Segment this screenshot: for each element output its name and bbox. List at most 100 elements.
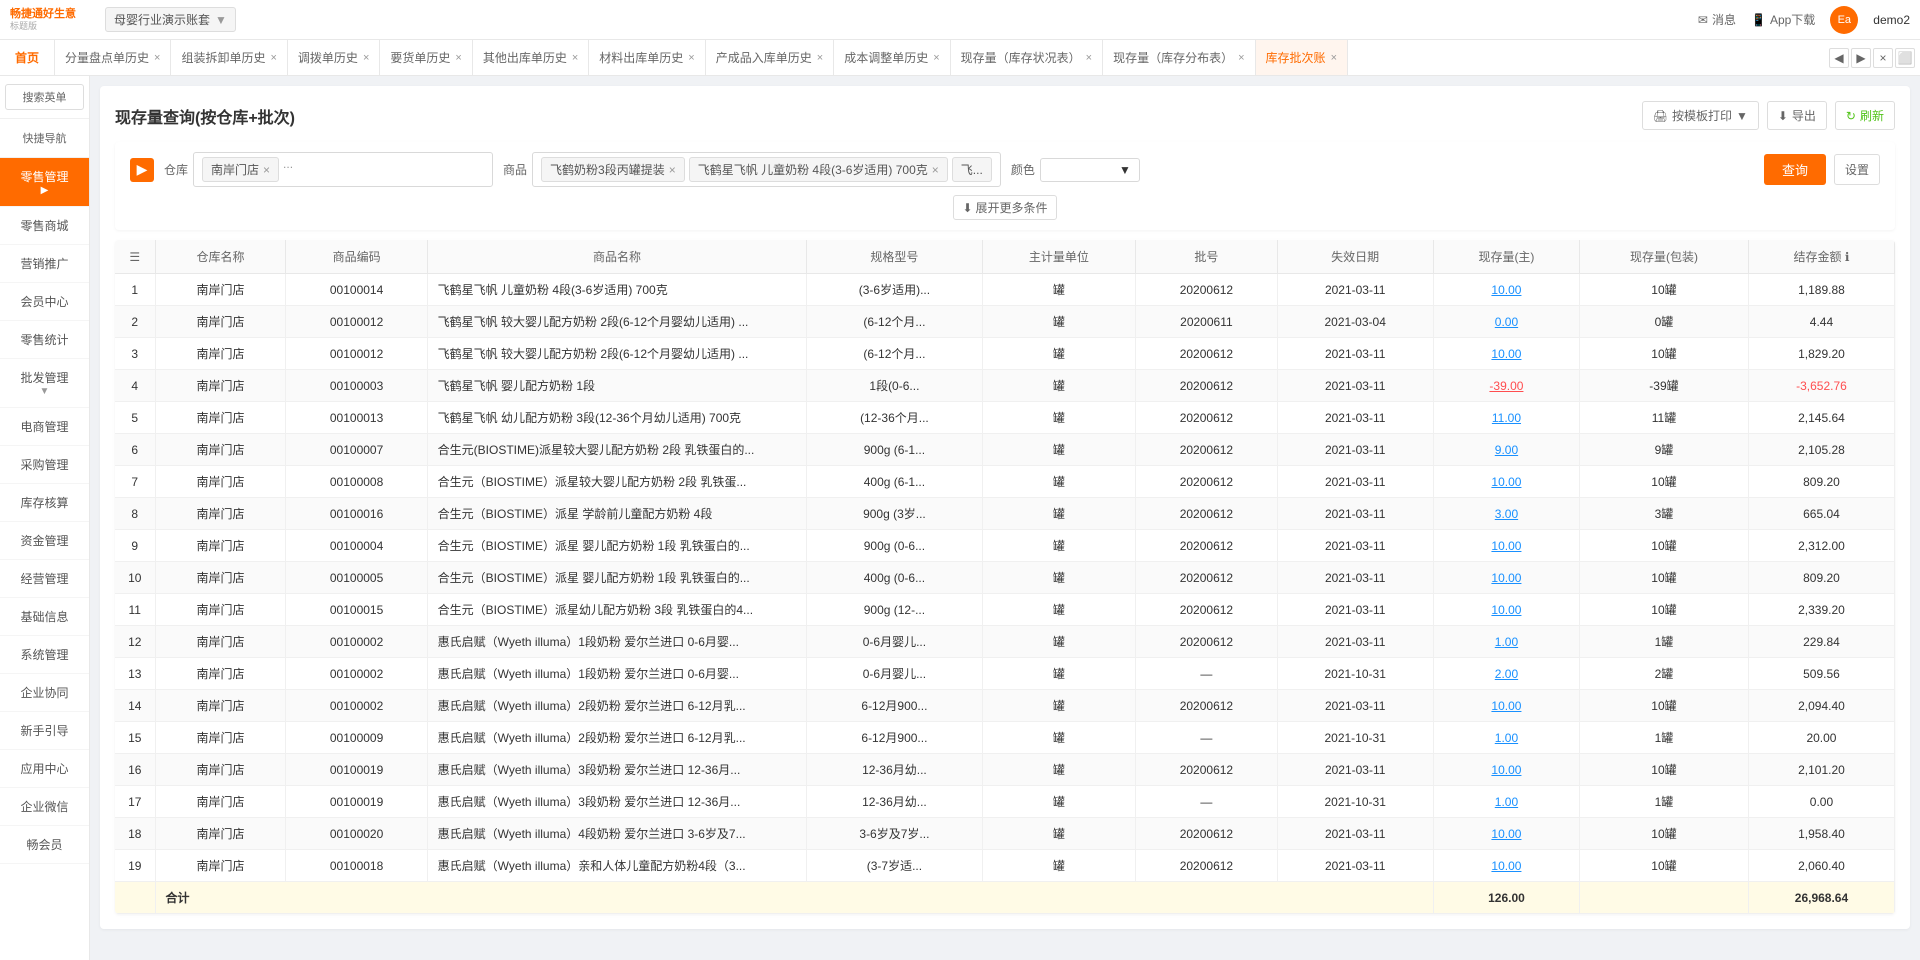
tab-next-button[interactable]: ▶ xyxy=(1851,48,1871,68)
color-input[interactable]: ▼ xyxy=(1040,158,1140,182)
cell-current-main[interactable]: 10.00 xyxy=(1433,530,1579,562)
expand-more-conditions-button[interactable]: ⬇ 展开更多条件 xyxy=(953,195,1056,220)
cell-current-main[interactable]: 0.00 xyxy=(1433,306,1579,338)
account-selector[interactable]: 母婴行业演示账套 ▼ xyxy=(105,7,236,32)
template-print-button[interactable]: 🖨 按模板打印 ▼ xyxy=(1642,101,1759,130)
sidebar-item-enterprise[interactable]: 企业协同 xyxy=(0,674,89,712)
sidebar-item-inventory[interactable]: 库存核算 xyxy=(0,484,89,522)
warehouse-more-btn[interactable]: ... xyxy=(283,157,293,182)
cell-current-main[interactable]: 10.00 xyxy=(1433,594,1579,626)
tab-home[interactable]: 首页 xyxy=(0,40,55,75)
cell-current-main[interactable]: 10.00 xyxy=(1433,466,1579,498)
cell-warehouse: 南岸门店 xyxy=(155,466,286,498)
tab-other-outbound[interactable]: 其他出库单历史 × xyxy=(473,40,589,75)
product-tag-1-close[interactable]: × xyxy=(669,163,676,177)
cell-current-main[interactable]: 10.00 xyxy=(1433,754,1579,786)
tab-close-icon[interactable]: × xyxy=(455,52,461,64)
sidebar-item-ecommerce[interactable]: 电商管理 xyxy=(0,408,89,446)
cell-current-main[interactable]: 10.00 xyxy=(1433,850,1579,882)
tab-close-icon[interactable]: × xyxy=(270,52,276,64)
sidebar-item-operations[interactable]: 经营管理 xyxy=(0,560,89,598)
sidebar-item-app-center[interactable]: 应用中心 xyxy=(0,750,89,788)
cell-current-main[interactable]: 10.00 xyxy=(1433,274,1579,306)
sidebar-item-marketing[interactable]: 营销推广 xyxy=(0,245,89,283)
sidebar-item-wholesale[interactable]: 批发管理 ▼ xyxy=(0,359,89,408)
sidebar-item-retail[interactable]: 零售管理 ▶ xyxy=(0,158,89,207)
tab-close-icon[interactable]: × xyxy=(1086,52,1092,64)
sidebar-item-member[interactable]: 会员中心 xyxy=(0,283,89,321)
filter-toggle-button[interactable]: ▶ xyxy=(130,158,154,182)
cell-current-main[interactable]: 9.00 xyxy=(1433,434,1579,466)
tab-expand-button[interactable]: ⬜ xyxy=(1895,48,1915,68)
sidebar-item-enterprise-wechat[interactable]: 企业微信 xyxy=(0,788,89,826)
cell-current-main[interactable]: 1.00 xyxy=(1433,722,1579,754)
cell-warehouse: 南岸门店 xyxy=(155,690,286,722)
export-button[interactable]: ⬇ 导出 xyxy=(1767,101,1827,130)
tab-batch-voucher[interactable]: 库存批次账 × xyxy=(1256,40,1348,75)
sidebar-item-member-club[interactable]: 畅会员 xyxy=(0,826,89,864)
cell-current-main[interactable]: 3.00 xyxy=(1433,498,1579,530)
sidebar-item-basic[interactable]: 基础信息 xyxy=(0,598,89,636)
product-tag-2-close[interactable]: × xyxy=(932,163,939,177)
cell-current-main[interactable]: 10.00 xyxy=(1433,818,1579,850)
tab-close-icon[interactable]: × xyxy=(572,52,578,64)
cell-current-pkg: 10罐 xyxy=(1580,562,1749,594)
sidebar-item-guide[interactable]: 新手引导 xyxy=(0,712,89,750)
tab-close-icon[interactable]: × xyxy=(688,52,694,64)
product-tag-more[interactable]: 飞... xyxy=(952,157,992,182)
cell-current-main[interactable]: 10.00 xyxy=(1433,690,1579,722)
cell-balance: 509.56 xyxy=(1748,658,1894,690)
tab-cost-adjust[interactable]: 成本调整单历史 × xyxy=(834,40,950,75)
cell-current-main[interactable]: 1.00 xyxy=(1433,786,1579,818)
cell-current-main[interactable]: 2.00 xyxy=(1433,658,1579,690)
sidebar-item-retail-store[interactable]: 零售商城 xyxy=(0,207,89,245)
tab-close-icon[interactable]: × xyxy=(933,52,939,64)
cell-warehouse: 南岸门店 xyxy=(155,818,286,850)
tab-prev-button[interactable]: ◀ xyxy=(1829,48,1849,68)
warehouse-tags-wrap[interactable]: 南岸门店 × ... xyxy=(193,152,493,187)
username-label[interactable]: demo2 xyxy=(1873,13,1910,27)
app-download-button[interactable]: 📱 App下载 xyxy=(1751,11,1815,28)
tab-inventory-distribution[interactable]: 现存量（库存分布表） × xyxy=(1103,40,1255,75)
cell-batch-no: 20200611 xyxy=(1136,306,1277,338)
cell-batch-no: 20200612 xyxy=(1136,850,1277,882)
cell-current-main[interactable]: 1.00 xyxy=(1433,626,1579,658)
cell-current-main[interactable]: -39.00 xyxy=(1433,370,1579,402)
search-menu-button[interactable]: 搜索英单 xyxy=(5,84,84,110)
expand-filter-row: ⬇ 展开更多条件 xyxy=(130,195,1880,220)
table-row: 17 南岸门店 00100019 惠氏启赋（Wyeth illuma）3段奶粉 … xyxy=(115,786,1895,818)
tab-requisition[interactable]: 要货单历史 × xyxy=(380,40,472,75)
cell-current-main[interactable]: 10.00 xyxy=(1433,562,1579,594)
tab-close-icon[interactable]: × xyxy=(363,52,369,64)
tab-transfer[interactable]: 调拨单历史 × xyxy=(288,40,380,75)
table-row: 1 南岸门店 00100014 飞鹤星飞帆 儿童奶粉 4段(3-6岁适用) 70… xyxy=(115,274,1895,306)
tab-combo-disassemble[interactable]: 组装拆卸单历史 × xyxy=(171,40,287,75)
tab-material-outbound[interactable]: 材料出库单历史 × xyxy=(589,40,705,75)
tab-close-icon[interactable]: × xyxy=(817,52,823,64)
cell-unit: 罐 xyxy=(982,850,1136,882)
cell-current-main[interactable]: 10.00 xyxy=(1433,338,1579,370)
sidebar-item-purchase[interactable]: 采购管理 xyxy=(0,446,89,484)
tab-product-inbound[interactable]: 产成品入库单历史 × xyxy=(706,40,834,75)
refresh-button[interactable]: ↻ 刷新 xyxy=(1835,101,1895,130)
tab-close-icon[interactable]: × xyxy=(1331,52,1337,64)
settings-button[interactable]: 设置 xyxy=(1834,154,1880,185)
cell-current-main[interactable]: 11.00 xyxy=(1433,402,1579,434)
tab-close-icon[interactable]: × xyxy=(1238,52,1244,64)
tab-nav-area: ◀ ▶ × ⬜ xyxy=(1824,48,1920,68)
sidebar-item-system[interactable]: 系统管理 xyxy=(0,636,89,674)
warehouse-tag-close[interactable]: × xyxy=(263,163,270,177)
cell-batch-no: — xyxy=(1136,786,1277,818)
quick-nav-button[interactable]: 快捷导航 xyxy=(0,124,89,152)
sidebar-item-retail-stats[interactable]: 零售统计 xyxy=(0,321,89,359)
tab-close-icon[interactable]: × xyxy=(154,52,160,64)
product-tags-wrap[interactable]: 飞鹤奶粉3段丙罐提装 × 飞鹤星飞帆 儿童奶粉 4段(3-6岁适用) 700克 … xyxy=(532,152,1001,187)
message-button[interactable]: ✉ 消息 xyxy=(1698,11,1736,28)
cell-product-code: 00100004 xyxy=(286,530,427,562)
sidebar-item-finance[interactable]: 资金管理 xyxy=(0,522,89,560)
tab-split-tray[interactable]: 分量盘点单历史 × xyxy=(55,40,171,75)
tab-inventory-status[interactable]: 现存量（库存状况表） × xyxy=(951,40,1103,75)
cell-current-pkg: 10罐 xyxy=(1580,818,1749,850)
tab-close-all-button[interactable]: × xyxy=(1873,48,1893,68)
search-button[interactable]: 查询 xyxy=(1764,154,1826,185)
